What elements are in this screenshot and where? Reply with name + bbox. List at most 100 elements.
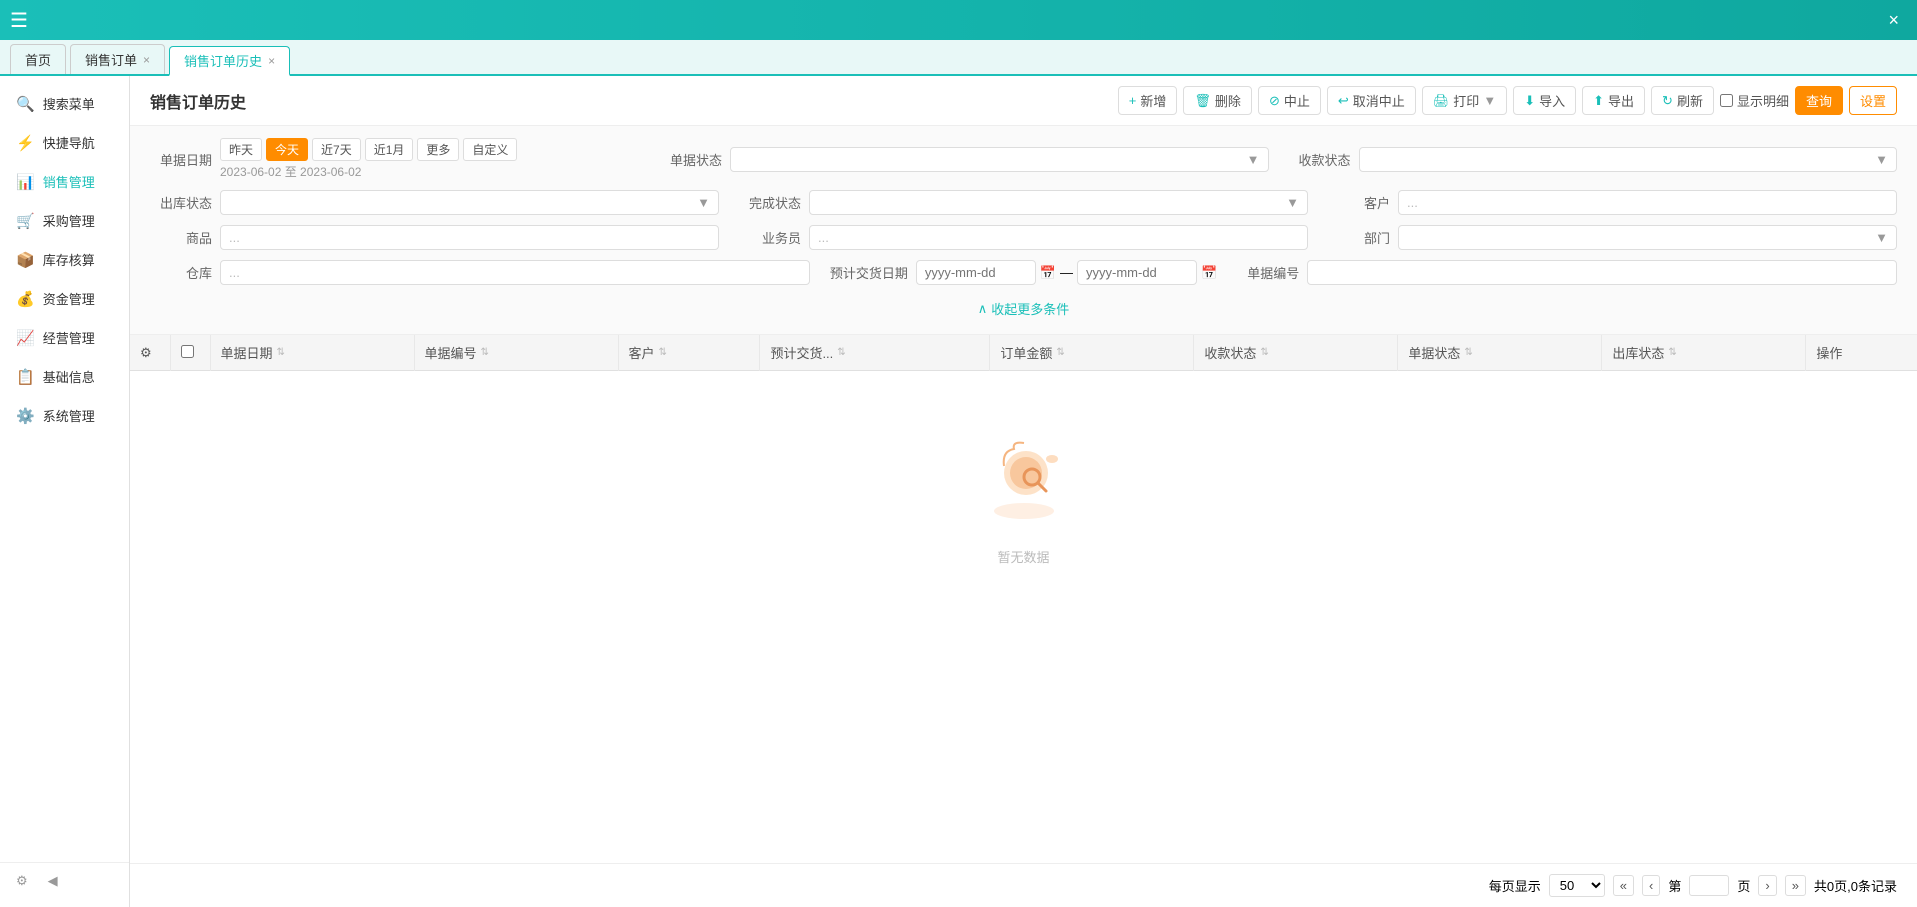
page-header: 销售订单历史 + 新增 🗑 删除 ⊘ 中止 ↩ 取消中止 (130, 76, 1917, 126)
out-stock-select[interactable]: ▼ (220, 190, 719, 215)
th-order-no[interactable]: 单据编号 ⇅ (414, 335, 618, 371)
last-page-button[interactable]: » (1785, 875, 1806, 896)
sales-mgmt-icon: 📊 (16, 173, 35, 191)
delivery-date-end-input[interactable] (1077, 260, 1197, 285)
collapse-label: 收起更多条件 (991, 299, 1069, 318)
select-all-checkbox[interactable] (181, 345, 194, 358)
receipt-status-arrow: ▼ (1875, 152, 1888, 167)
tab-sales-order-label: 销售订单 (85, 50, 137, 69)
sidebar-item-purchase-mgmt[interactable]: 🛒 采购管理 (0, 201, 129, 240)
settings-button[interactable]: 设置 (1849, 86, 1897, 115)
print-button[interactable]: 🖨 打印 ▼ (1422, 86, 1507, 115)
sidebar-item-finance-label: 资金管理 (43, 289, 95, 308)
goods-select-value: ... (229, 230, 240, 245)
table-settings-icon[interactable]: ⚙ (140, 345, 152, 360)
query-label: 查询 (1806, 91, 1832, 110)
next-page-button[interactable]: › (1758, 875, 1776, 896)
sidebar-item-inventory-label: 库存核算 (43, 250, 95, 269)
warehouse-select[interactable]: ... (220, 260, 810, 285)
export-button[interactable]: ⬆ 导出 (1582, 86, 1645, 115)
date-filter-value: 昨天 今天 近7天 近1月 更多 自定义 2023-06-02 至 2023-0… (220, 138, 640, 180)
sidebar-item-basic-info[interactable]: 📋 基础信息 (0, 357, 129, 396)
show-detail-checkbox-label[interactable]: 显示明细 (1720, 91, 1789, 110)
delete-button[interactable]: 🗑 删除 (1183, 86, 1252, 115)
add-button[interactable]: + 新增 (1118, 86, 1178, 115)
stop-button[interactable]: ⊘ 中止 (1258, 86, 1321, 115)
show-detail-checkbox[interactable] (1720, 94, 1733, 107)
status-label: 单据状态 (660, 150, 730, 169)
sidebar-settings-icon[interactable]: ⚙ (16, 873, 28, 889)
quick-nav-icon: ⚡ (16, 134, 35, 152)
show-detail-label: 显示明细 (1737, 91, 1789, 110)
th-delivery-date[interactable]: 预计交货... ⇅ (760, 335, 990, 371)
import-button[interactable]: ⬇ 导入 (1513, 86, 1576, 115)
sidebar-expand-icon[interactable]: ◀ (48, 873, 58, 889)
sidebar-item-search-menu[interactable]: 🔍 搜索菜单 (0, 84, 129, 123)
import-icon: ⬇ (1524, 93, 1535, 109)
tab-sales-order[interactable]: 销售订单 × (70, 44, 165, 74)
th-date[interactable]: 单据日期 ⇅ (210, 335, 414, 371)
tab-sales-order-history-close[interactable]: × (268, 54, 275, 68)
sidebar-item-sales-mgmt[interactable]: 📊 销售管理 (0, 162, 129, 201)
first-page-button[interactable]: « (1613, 875, 1634, 896)
complete-select[interactable]: ▼ (809, 190, 1308, 215)
page-size-select[interactable]: 50 10 20 100 (1549, 874, 1605, 897)
receipt-status-select[interactable]: ▼ (1359, 147, 1898, 172)
th-receipt-status[interactable]: 收款状态 ⇅ (1194, 335, 1398, 371)
query-button[interactable]: 查询 (1795, 86, 1843, 115)
page-size-label: 每页显示 (1489, 876, 1541, 895)
page-title: 销售订单历史 (150, 89, 246, 113)
prev-page-button[interactable]: ‹ (1642, 875, 1660, 896)
window-close-button[interactable]: × (1880, 10, 1907, 31)
th-out-stock-status-label: 出库状态 (1612, 343, 1664, 362)
order-no-label: 单据编号 (1237, 263, 1307, 282)
th-customer-label: 客户 (629, 343, 655, 362)
th-out-stock-status[interactable]: 出库状态 ⇅ (1602, 335, 1806, 371)
refresh-icon: ↻ (1662, 93, 1673, 109)
th-receipt-status-sort-icon: ⇅ (1260, 347, 1268, 358)
th-amount[interactable]: 订单金额 ⇅ (990, 335, 1194, 371)
order-no-input[interactable] (1307, 260, 1897, 285)
filter-area: 单据日期 昨天 今天 近7天 近1月 更多 自定义 2023-06-02 至 2… (130, 126, 1917, 335)
dept-select[interactable]: ▼ (1398, 225, 1897, 250)
salesman-select[interactable]: ... (809, 225, 1308, 250)
date-1month-btn[interactable]: 近1月 (365, 138, 414, 161)
sidebar-item-inventory[interactable]: 📦 库存核算 (0, 240, 129, 279)
app-logo: ☰ (10, 8, 28, 33)
print-label: 打印 (1453, 91, 1479, 110)
purchase-mgmt-icon: 🛒 (16, 212, 35, 230)
date-more-btn[interactable]: 更多 (417, 138, 459, 161)
date-7days-btn[interactable]: 近7天 (312, 138, 361, 161)
goods-select[interactable]: ... (220, 225, 719, 250)
tab-home[interactable]: 首页 (10, 44, 66, 74)
th-customer[interactable]: 客户 ⇅ (618, 335, 760, 371)
tab-sales-order-close[interactable]: × (143, 53, 150, 67)
goods-label: 商品 (150, 228, 220, 247)
date-range-text: 2023-06-02 至 2023-06-02 (220, 163, 361, 180)
total-records-label: 共0页,0条记录 (1814, 876, 1897, 895)
refresh-button[interactable]: ↻ 刷新 (1651, 86, 1714, 115)
sidebar-item-quick-nav-label: 快捷导航 (43, 133, 95, 152)
content-area: 销售订单历史 + 新增 🗑 删除 ⊘ 中止 ↩ 取消中止 (130, 76, 1917, 907)
th-checkbox[interactable] (170, 335, 210, 371)
date-yesterday-btn[interactable]: 昨天 (220, 138, 262, 161)
date-custom-btn[interactable]: 自定义 (463, 138, 517, 161)
tab-sales-order-history[interactable]: 销售订单历史 × (169, 46, 290, 76)
orders-table: ⚙ 单据日期 ⇅ (130, 335, 1917, 371)
date-today-btn[interactable]: 今天 (266, 138, 308, 161)
page-number-input[interactable]: 1 (1689, 875, 1729, 896)
collapse-button[interactable]: ∧ 收起更多条件 (150, 295, 1897, 322)
calendar-end-icon[interactable]: 📅 (1201, 265, 1217, 281)
cancel-stop-label: 取消中止 (1353, 91, 1405, 110)
sidebar-item-operation[interactable]: 📈 经营管理 (0, 318, 129, 357)
customer-select[interactable]: ... (1398, 190, 1897, 215)
calendar-start-icon[interactable]: 📅 (1040, 265, 1056, 281)
sidebar-item-quick-nav[interactable]: ⚡ 快捷导航 (0, 123, 129, 162)
cancel-stop-button[interactable]: ↩ 取消中止 (1327, 86, 1416, 115)
th-settings[interactable]: ⚙ (130, 335, 170, 371)
sidebar-item-sys-mgmt[interactable]: ⚙️ 系统管理 (0, 396, 129, 435)
status-select[interactable]: ▼ (730, 147, 1269, 172)
sidebar-item-finance[interactable]: 💰 资金管理 (0, 279, 129, 318)
th-order-status[interactable]: 单据状态 ⇅ (1398, 335, 1602, 371)
delivery-date-start-input[interactable] (916, 260, 1036, 285)
